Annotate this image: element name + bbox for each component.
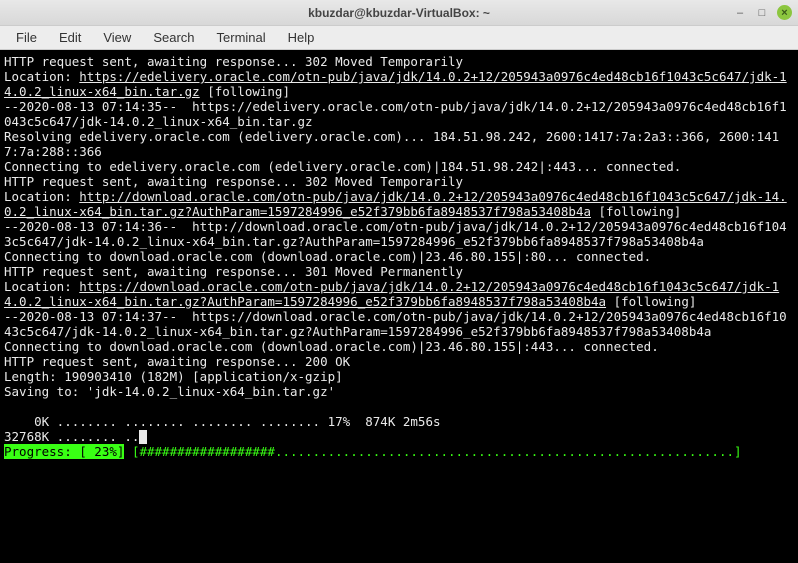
term-line: Resolving edelivery.oracle.com (edeliver…	[4, 129, 779, 159]
term-line: Connecting to download.oracle.com (downl…	[4, 249, 651, 264]
term-line: Saving to: 'jdk-14.0.2_linux-x64_bin.tar…	[4, 384, 335, 399]
menu-help[interactable]: Help	[278, 28, 325, 47]
term-line: Connecting to edelivery.oracle.com (edel…	[4, 159, 681, 174]
menu-file[interactable]: File	[6, 28, 47, 47]
term-line: --2020-08-13 07:14:36-- http://download.…	[4, 219, 787, 249]
term-line: --2020-08-13 07:14:37-- https://download…	[4, 309, 787, 339]
menu-view[interactable]: View	[93, 28, 141, 47]
term-line: Location: http://download.oracle.com/otn…	[4, 189, 787, 219]
menu-terminal[interactable]: Terminal	[207, 28, 276, 47]
term-line: Connecting to download.oracle.com (downl…	[4, 339, 659, 354]
close-button[interactable]: ×	[777, 5, 792, 20]
window-controls: – □ ×	[733, 5, 792, 20]
term-line: HTTP request sent, awaiting response... …	[4, 354, 350, 369]
terminal-cursor-icon	[139, 430, 147, 444]
term-progress-bar: Progress: [ 23%] [##################....…	[4, 444, 742, 459]
term-line: HTTP request sent, awaiting response... …	[4, 174, 463, 189]
window-title: kbuzdar@kbuzdar-VirtualBox: ~	[308, 6, 490, 20]
term-line: HTTP request sent, awaiting response... …	[4, 264, 463, 279]
titlebar: kbuzdar@kbuzdar-VirtualBox: ~ – □ ×	[0, 0, 798, 26]
term-line: HTTP request sent, awaiting response... …	[4, 54, 463, 69]
term-progress-line: 0K ........ ........ ........ ........ 1…	[4, 414, 441, 429]
maximize-button[interactable]: □	[755, 6, 769, 20]
term-line: Location: https://download.oracle.com/ot…	[4, 279, 779, 309]
term-line: Length: 190903410 (182M) [application/x-…	[4, 369, 343, 384]
term-progress-line: 32768K ........ ..	[4, 429, 147, 444]
term-line: --2020-08-13 07:14:35-- https://edeliver…	[4, 99, 787, 129]
menu-search[interactable]: Search	[143, 28, 204, 47]
term-line: Location: https://edelivery.oracle.com/o…	[4, 69, 787, 99]
menu-edit[interactable]: Edit	[49, 28, 91, 47]
terminal-output[interactable]: HTTP request sent, awaiting response... …	[0, 50, 798, 563]
menubar: File Edit View Search Terminal Help	[0, 26, 798, 50]
minimize-button[interactable]: –	[733, 6, 747, 20]
